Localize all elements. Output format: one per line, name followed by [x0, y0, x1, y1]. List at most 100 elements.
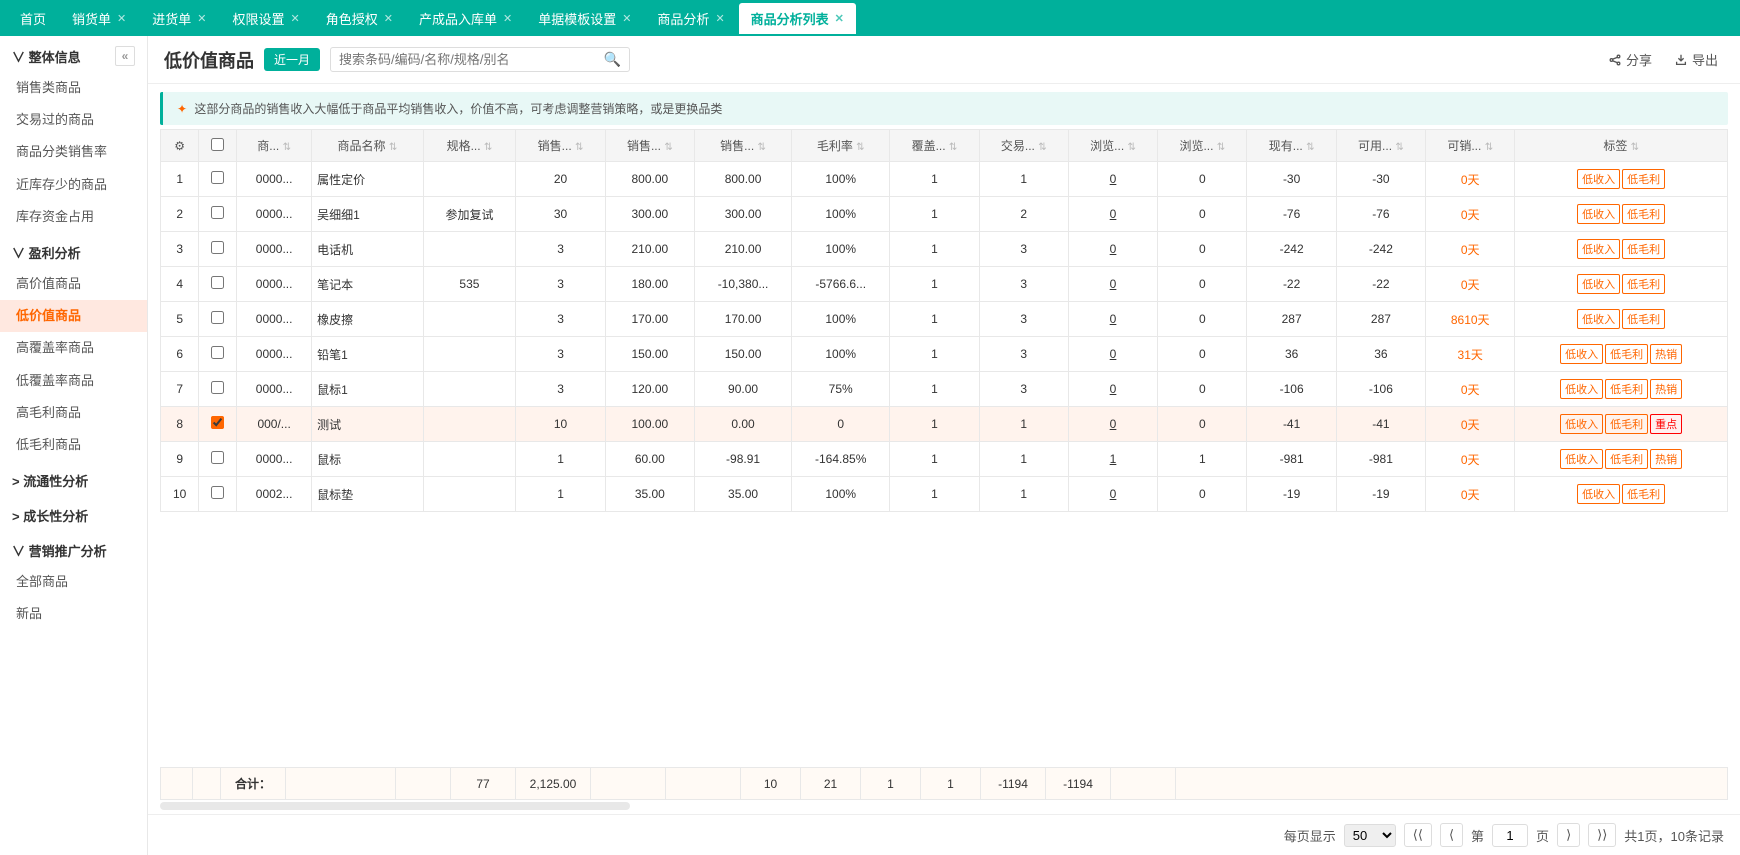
- cell-view1[interactable]: 0: [1068, 477, 1157, 512]
- sidebar-item-low-stock[interactable]: 近库存少的商品: [0, 169, 147, 201]
- nav-purchase-close[interactable]: ✕: [197, 12, 206, 25]
- row-checkbox[interactable]: [211, 486, 224, 499]
- search-input[interactable]: [339, 52, 600, 67]
- sidebar-item-sales-goods[interactable]: 销售类商品: [0, 72, 147, 104]
- sidebar-section-overall[interactable]: ∨ 整体信息 «: [0, 36, 147, 72]
- cell-view1[interactable]: 1: [1068, 442, 1157, 477]
- row-checkbox[interactable]: [211, 206, 224, 219]
- cell-view1[interactable]: 0: [1068, 162, 1157, 197]
- col-checkbox[interactable]: [199, 130, 237, 162]
- cell-view1[interactable]: 0: [1068, 372, 1157, 407]
- sidebar-item-stock-capital[interactable]: 库存资金占用: [0, 201, 147, 233]
- cell-checkbox[interactable]: [199, 442, 237, 477]
- sidebar-item-all-goods[interactable]: 全部商品: [0, 566, 147, 598]
- nav-goods-analysis-close[interactable]: ✕: [715, 12, 724, 25]
- row-checkbox[interactable]: [211, 171, 224, 184]
- view1-link[interactable]: 0: [1110, 277, 1117, 291]
- view1-link[interactable]: 0: [1110, 207, 1117, 221]
- view1-link[interactable]: 1: [1110, 452, 1117, 466]
- view1-link[interactable]: 0: [1110, 172, 1117, 186]
- cell-checkbox[interactable]: [199, 302, 237, 337]
- sidebar-item-low-coverage[interactable]: 低覆盖率商品: [0, 365, 147, 397]
- cell-view1[interactable]: 0: [1068, 197, 1157, 232]
- sidebar-item-new-goods[interactable]: 新品: [0, 598, 147, 630]
- cell-checkbox[interactable]: [199, 407, 237, 442]
- cell-view1[interactable]: 0: [1068, 302, 1157, 337]
- col-tags[interactable]: 标签 ⇅: [1515, 130, 1728, 162]
- view1-link[interactable]: 0: [1110, 347, 1117, 361]
- nav-role-close[interactable]: ✕: [384, 12, 393, 25]
- nav-home[interactable]: 首页: [8, 3, 58, 34]
- nav-permission[interactable]: 权限设置 ✕: [220, 3, 311, 34]
- col-stock[interactable]: 现有... ⇅: [1247, 130, 1336, 162]
- row-checkbox[interactable]: [211, 416, 224, 429]
- nav-goods-analysis-list-close[interactable]: ✕: [835, 12, 844, 25]
- nav-goods-analysis[interactable]: 商品分析 ✕: [645, 3, 736, 34]
- col-view1[interactable]: 浏览... ⇅: [1068, 130, 1157, 162]
- last-page-button[interactable]: ⟩⟩: [1588, 823, 1616, 847]
- horizontal-scrollbar[interactable]: [160, 802, 630, 810]
- nav-sales-close[interactable]: ✕: [117, 12, 126, 25]
- view1-link[interactable]: 0: [1110, 312, 1117, 326]
- col-coverage[interactable]: 覆盖... ⇅: [890, 130, 979, 162]
- col-available[interactable]: 可用... ⇅: [1336, 130, 1425, 162]
- cell-checkbox[interactable]: [199, 162, 237, 197]
- sidebar-section-profit[interactable]: ∨ 盈利分析: [0, 233, 147, 268]
- col-qty[interactable]: 销售... ⇅: [516, 130, 605, 162]
- cell-view1[interactable]: 0: [1068, 337, 1157, 372]
- page-number-input[interactable]: [1492, 824, 1528, 847]
- sidebar-item-traded-goods[interactable]: 交易过的商品: [0, 104, 147, 136]
- sidebar-item-high-coverage[interactable]: 高覆盖率商品: [0, 332, 147, 364]
- view1-link[interactable]: 0: [1110, 487, 1117, 501]
- export-button[interactable]: 导出: [1668, 46, 1724, 73]
- col-view2[interactable]: 浏览... ⇅: [1158, 130, 1247, 162]
- sidebar-collapse-overall[interactable]: «: [115, 46, 135, 66]
- search-icon[interactable]: 🔍: [604, 51, 621, 68]
- cell-view1[interactable]: 0: [1068, 267, 1157, 302]
- cell-checkbox[interactable]: [199, 232, 237, 267]
- cell-checkbox[interactable]: [199, 267, 237, 302]
- nav-role[interactable]: 角色授权 ✕: [314, 3, 405, 34]
- sidebar-item-low-value[interactable]: 低价值商品: [0, 300, 147, 332]
- sidebar-item-high-value[interactable]: 高价值商品: [0, 268, 147, 300]
- cell-view1[interactable]: 0: [1068, 407, 1157, 442]
- nav-product-stock[interactable]: 产成品入库单 ✕: [407, 3, 524, 34]
- filter-recent-month-button[interactable]: 近一月: [264, 48, 320, 71]
- col-sellable[interactable]: 可销... ⇅: [1426, 130, 1515, 162]
- sidebar-item-high-profit[interactable]: 高毛利商品: [0, 397, 147, 429]
- cell-view1[interactable]: 0: [1068, 232, 1157, 267]
- sidebar-section-growth[interactable]: > 成长性分析: [0, 496, 147, 531]
- row-checkbox[interactable]: [211, 241, 224, 254]
- col-transaction[interactable]: 交易... ⇅: [979, 130, 1068, 162]
- cell-checkbox[interactable]: [199, 477, 237, 512]
- row-checkbox[interactable]: [211, 311, 224, 324]
- row-checkbox[interactable]: [211, 381, 224, 394]
- nav-template[interactable]: 单据模板设置 ✕: [526, 3, 643, 34]
- nav-sales[interactable]: 销货单 ✕: [60, 3, 138, 34]
- row-checkbox[interactable]: [211, 451, 224, 464]
- row-checkbox[interactable]: [211, 346, 224, 359]
- nav-template-close[interactable]: ✕: [622, 12, 631, 25]
- nav-product-stock-close[interactable]: ✕: [503, 12, 512, 25]
- page-size-select[interactable]: 50 100 200: [1344, 824, 1396, 847]
- share-button[interactable]: 分享: [1602, 46, 1658, 73]
- col-spec[interactable]: 规格... ⇅: [423, 130, 516, 162]
- col-amount[interactable]: 销售... ⇅: [605, 130, 694, 162]
- col-name[interactable]: 商品名称 ⇅: [312, 130, 423, 162]
- col-margin[interactable]: 毛利率 ⇅: [792, 130, 890, 162]
- next-page-button[interactable]: ⟩: [1557, 823, 1580, 847]
- nav-goods-analysis-list[interactable]: 商品分析列表 ✕: [739, 3, 856, 34]
- sidebar-section-marketing[interactable]: ∨ 营销推广分析: [0, 531, 147, 566]
- view1-link[interactable]: 0: [1110, 382, 1117, 396]
- cell-checkbox[interactable]: [199, 197, 237, 232]
- select-all-checkbox[interactable]: [211, 138, 224, 151]
- first-page-button[interactable]: ⟨⟨: [1404, 823, 1432, 847]
- sidebar-item-low-profit[interactable]: 低毛利商品: [0, 429, 147, 461]
- view1-link[interactable]: 0: [1110, 417, 1117, 431]
- view1-link[interactable]: 0: [1110, 242, 1117, 256]
- col-settings[interactable]: ⚙: [161, 130, 199, 162]
- prev-page-button[interactable]: ⟨: [1440, 823, 1463, 847]
- col-cost[interactable]: 销售... ⇅: [694, 130, 791, 162]
- col-code[interactable]: 商... ⇅: [237, 130, 312, 162]
- row-checkbox[interactable]: [211, 276, 224, 289]
